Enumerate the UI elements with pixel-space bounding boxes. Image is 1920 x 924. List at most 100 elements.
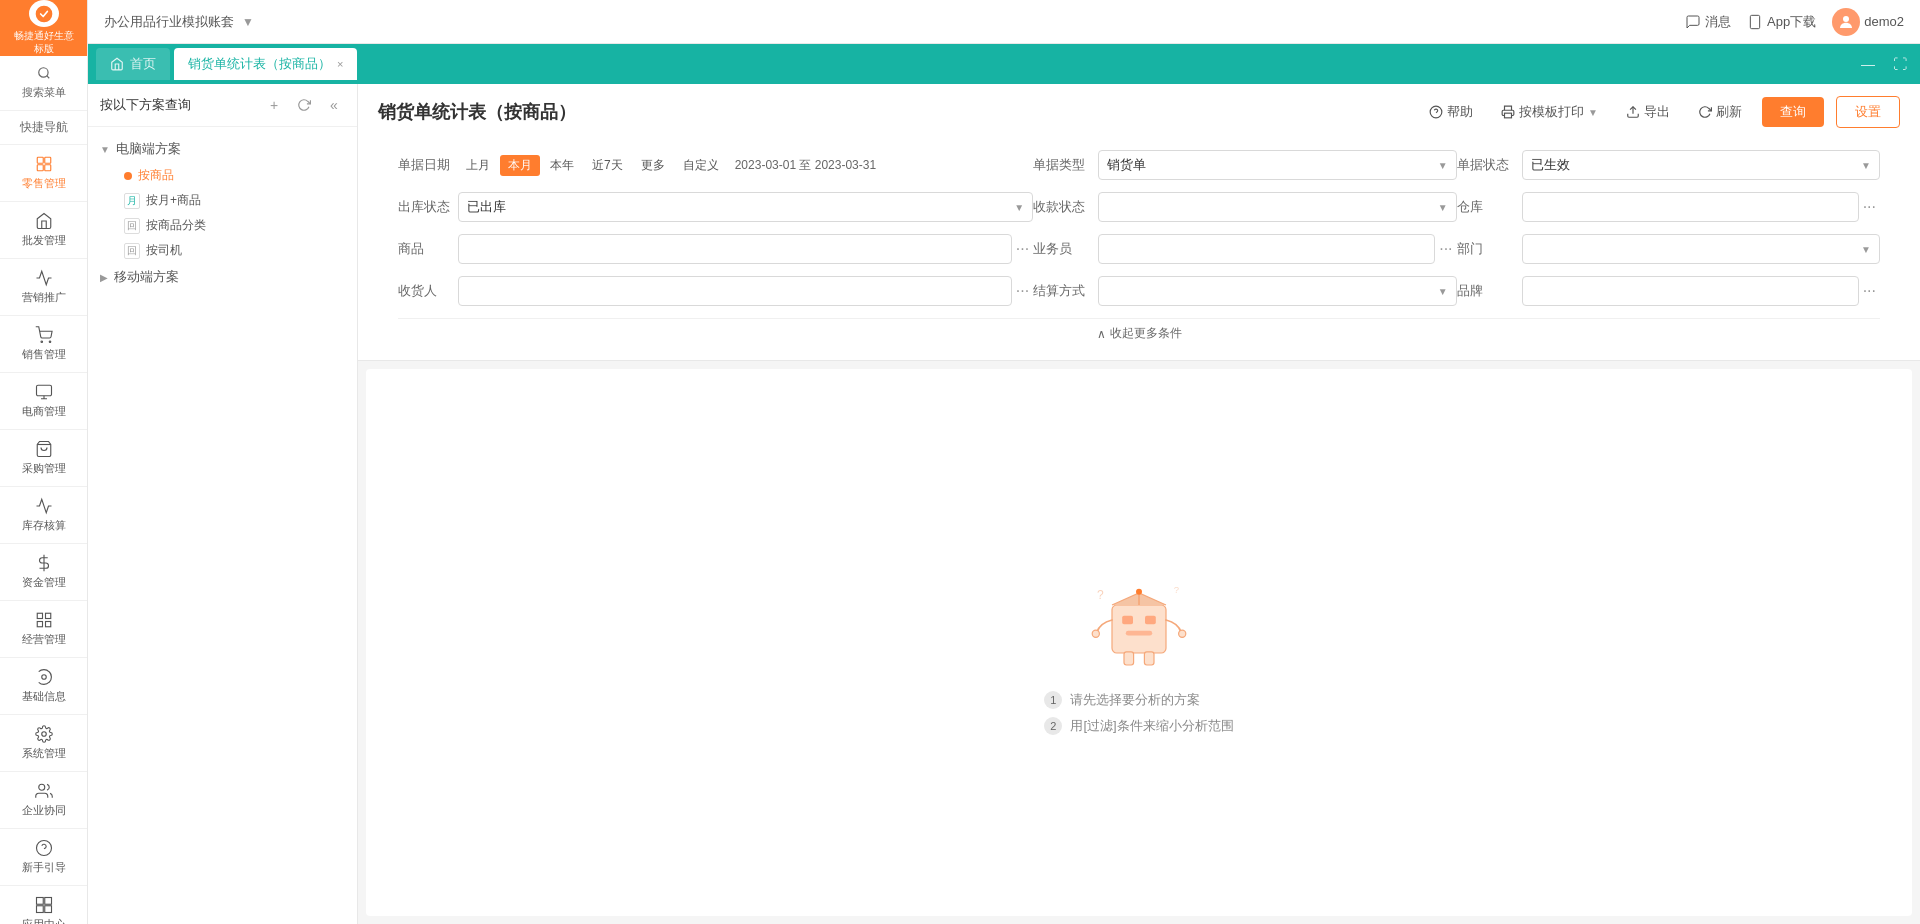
filter-schemes: ▼ 电脑端方案 按商品 月 按月+商品 回 按商品分类 <box>88 127 357 299</box>
receiver-dots[interactable]: ··· <box>1012 282 1033 300</box>
tabbar-actions: — ⛶ <box>1856 52 1912 76</box>
date-tab-this-year[interactable]: 本年 <box>542 155 582 176</box>
settlement-label: 结算方式 <box>1033 282 1098 300</box>
field-salesman: 业务员 ··· <box>1033 234 1456 264</box>
field-single-type: 单据类型 销货单 ▼ <box>1033 150 1456 180</box>
topbar-chevron[interactable]: ▼ <box>242 15 254 29</box>
sidebar-item-apps[interactable]: 应用中心 <box>0 886 87 924</box>
industry-label: 办公用品行业模拟账套 <box>104 13 234 31</box>
out-status-label: 出库状态 <box>398 198 458 216</box>
date-tab-last-month[interactable]: 上月 <box>458 155 498 176</box>
sidebar-item-inventory[interactable]: 库存核算 <box>0 487 87 544</box>
tab-minimize-btn[interactable]: — <box>1856 52 1880 76</box>
salesman-dots[interactable]: ··· <box>1435 240 1456 258</box>
scheme-item-goods-category[interactable]: 回 按商品分类 <box>88 213 357 238</box>
date-tab-more[interactable]: 更多 <box>633 155 673 176</box>
tab-maximize-btn[interactable]: ⛶ <box>1888 52 1912 76</box>
user-btn[interactable]: demo2 <box>1832 8 1904 36</box>
sidebar-item-sales[interactable]: 销售管理 <box>0 316 87 373</box>
scheme-item-driver[interactable]: 回 按司机 <box>88 238 357 263</box>
sidebar-item-enterprise[interactable]: 企业协同 <box>0 772 87 829</box>
single-status-select[interactable]: 已生效 ▼ <box>1522 150 1880 180</box>
quick-nav[interactable]: 快捷导航 <box>0 111 87 145</box>
date-tab-this-month[interactable]: 本月 <box>500 155 540 176</box>
brand-input[interactable] <box>1522 276 1859 306</box>
svg-rect-33 <box>1122 615 1133 623</box>
collapse-panel-btn[interactable]: « <box>323 94 345 116</box>
messages-btn[interactable]: 消息 <box>1685 13 1731 31</box>
sidebar-item-guide[interactable]: 新手引导 <box>0 829 87 886</box>
settlement-select[interactable]: ▼ <box>1098 276 1456 306</box>
goods-label: 商品 <box>398 240 458 258</box>
sidebar-item-ecommerce[interactable]: 电商管理 <box>0 373 87 430</box>
sidebar-item-marketing[interactable]: 营销推广 <box>0 259 87 316</box>
export-btn[interactable]: 导出 <box>1618 99 1678 125</box>
sidebar-item-wholesale[interactable]: 批发管理 <box>0 202 87 259</box>
sidebar-item-wholesale-label: 批发管理 <box>22 233 66 248</box>
app-download-btn[interactable]: App下载 <box>1747 13 1816 31</box>
sidebar-item-basic[interactable]: 基础信息 <box>0 658 87 715</box>
department-select[interactable]: ▼ <box>1522 234 1880 264</box>
sidebar-item-retail-label: 零售管理 <box>22 176 66 191</box>
sidebar-item-basic-label: 基础信息 <box>22 689 66 704</box>
sidebar-item-operations[interactable]: 经营管理 <box>0 601 87 658</box>
single-type-select[interactable]: 销货单 ▼ <box>1098 150 1456 180</box>
refresh-icon-2 <box>1698 105 1712 119</box>
page-actions: 帮助 按模板打印 ▼ 导出 刷新 <box>1421 96 1900 128</box>
help-btn[interactable]: 帮助 <box>1421 99 1481 125</box>
empty-illustration: ? ? <box>1079 551 1199 671</box>
mobile-scheme-toggle[interactable]: ▶ 移动端方案 <box>88 263 357 291</box>
out-status-select[interactable]: 已出库 ▼ <box>458 192 1033 222</box>
receiver-input[interactable] <box>458 276 1012 306</box>
goods-dots[interactable]: ··· <box>1012 240 1033 258</box>
svg-point-0 <box>35 5 52 22</box>
settings-label: 设置 <box>1855 103 1881 121</box>
settlement-arrow: ▼ <box>1438 286 1448 297</box>
app-download-label: App下载 <box>1767 13 1816 31</box>
sidebar-item-guide-label: 新手引导 <box>22 860 66 875</box>
app-logo: 畅捷通好生意 标版 <box>0 0 88 56</box>
print-btn[interactable]: 按模板打印 ▼ <box>1493 99 1606 125</box>
goods-input[interactable] <box>458 234 1012 264</box>
brand-dots[interactable]: ··· <box>1859 282 1880 300</box>
print-label: 按模板打印 <box>1519 103 1584 121</box>
export-icon <box>1626 105 1640 119</box>
page-header-row: 销货单统计表（按商品） 帮助 按模板打印 ▼ <box>378 96 1900 128</box>
date-tab-7days[interactable]: 近7天 <box>584 155 631 176</box>
field-out-status: 出库状态 已出库 ▼ <box>398 192 1033 222</box>
page-title: 销货单统计表（按商品） <box>378 100 576 124</box>
logo-icon <box>29 0 59 27</box>
add-scheme-btn[interactable]: + <box>263 94 285 116</box>
warehouse-input[interactable] <box>1522 192 1859 222</box>
refresh-btn[interactable]: 刷新 <box>1690 99 1750 125</box>
sidebar-item-finance[interactable]: 资金管理 <box>0 544 87 601</box>
payment-status-select[interactable]: ▼ <box>1098 192 1456 222</box>
pc-scheme-toggle[interactable]: ▼ 电脑端方案 <box>88 135 357 163</box>
settings-btn[interactable]: 设置 <box>1836 96 1900 128</box>
svg-point-16 <box>41 732 46 737</box>
sidebar-item-system[interactable]: 系统管理 <box>0 715 87 772</box>
scheme-item-month-goods[interactable]: 月 按月+商品 <box>88 188 357 213</box>
main-area: 办公用品行业模拟账套 ▼ 消息 App下载 demo2 <box>88 0 1920 924</box>
print-dropdown[interactable]: ▼ <box>1588 107 1598 118</box>
month-goods-icon: 月 <box>124 193 140 209</box>
search-menu[interactable]: 搜索菜单 <box>0 56 87 111</box>
sidebar-item-retail[interactable]: 零售管理 <box>0 145 87 202</box>
svg-point-1 <box>38 68 47 77</box>
tab-home[interactable]: 首页 <box>96 48 170 80</box>
query-btn[interactable]: 查询 <box>1762 97 1824 127</box>
salesman-input[interactable] <box>1098 234 1435 264</box>
payment-status-arrow: ▼ <box>1438 202 1448 213</box>
collapse-btn[interactable]: ∧ 收起更多条件 <box>398 319 1880 348</box>
date-tab-custom[interactable]: 自定义 <box>675 155 727 176</box>
tab-active[interactable]: 销货单统计表（按商品） × <box>174 48 357 80</box>
user-name: demo2 <box>1864 14 1904 29</box>
tab-close-icon[interactable]: × <box>337 58 343 70</box>
home-icon <box>110 57 124 71</box>
help-icon <box>1429 105 1443 119</box>
sidebar-item-purchase[interactable]: 采购管理 <box>0 430 87 487</box>
refresh-scheme-btn[interactable] <box>293 94 315 116</box>
scheme-item-goods[interactable]: 按商品 <box>88 163 357 188</box>
svg-rect-35 <box>1126 630 1152 635</box>
warehouse-dots[interactable]: ··· <box>1859 198 1880 216</box>
